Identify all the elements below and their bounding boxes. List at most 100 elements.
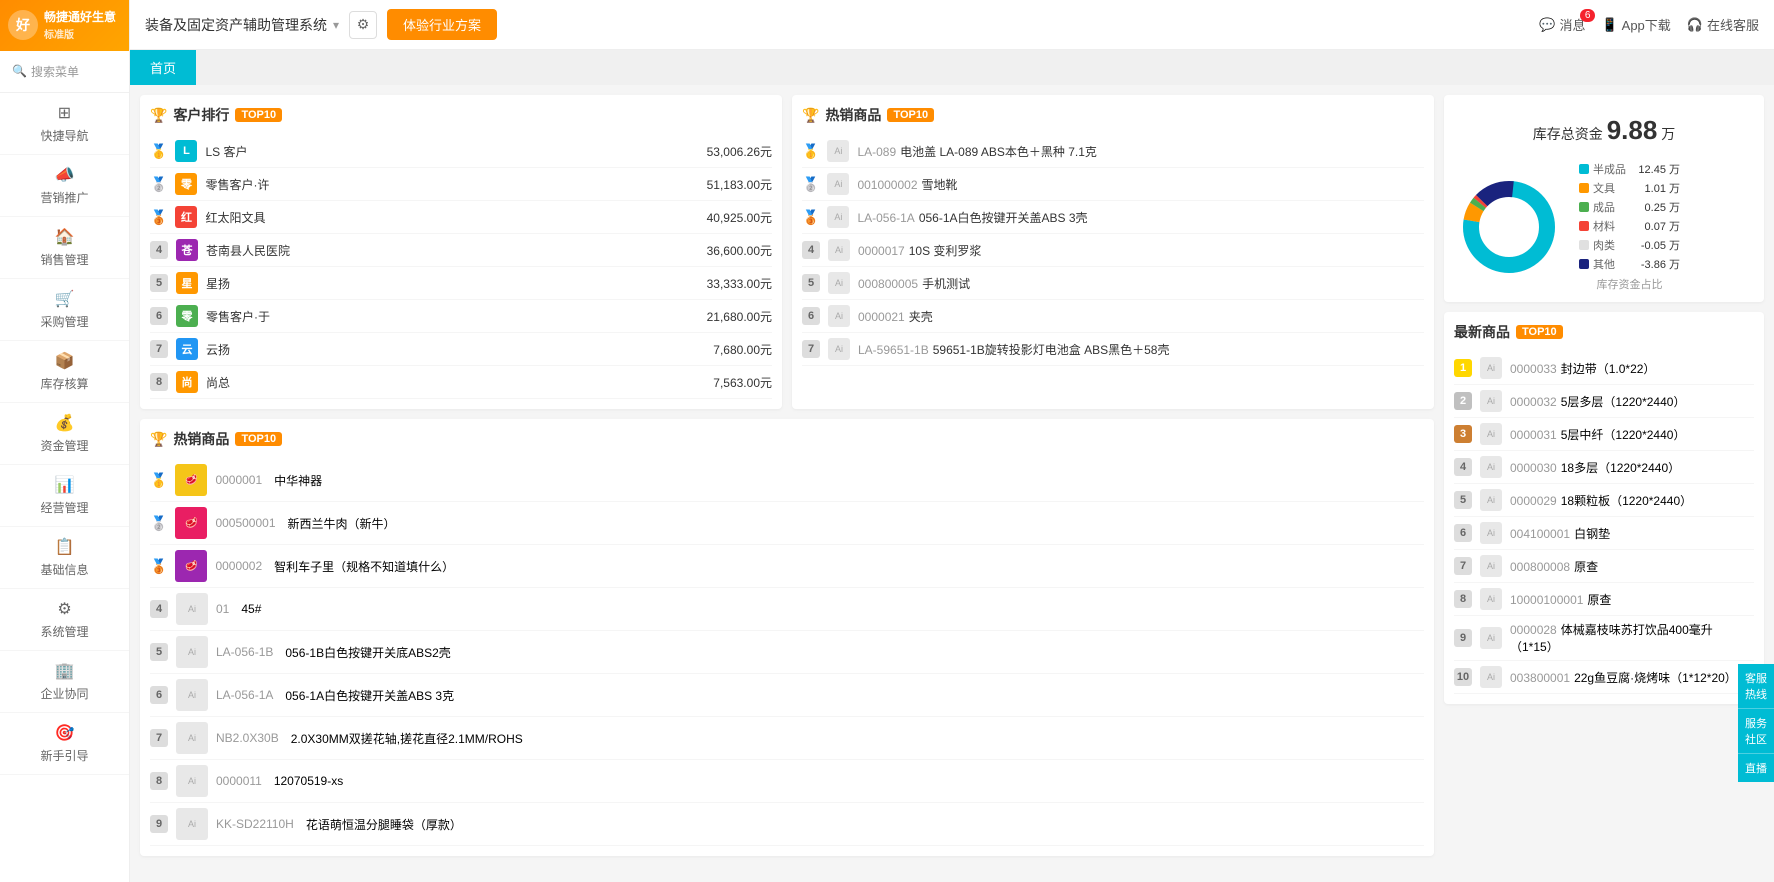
legend-item-6: 其他 -3.86 万 [1579, 256, 1680, 272]
newest-item-2: 2 Ai 00000325层多层（1220*2440） [1454, 385, 1754, 418]
newest-products-list: 1 Ai 0000033封边带（1.0*22） 2 Ai 00000325层多层… [1454, 352, 1754, 694]
customer-rank-item-5: 5 星 星扬 33,333.00元 [150, 267, 772, 300]
search-menu-button[interactable]: 🔍 搜索菜单 [8, 59, 121, 84]
newest-num-2: 2 [1454, 392, 1472, 410]
inventory-title: 库存总资金 [1533, 126, 1603, 142]
hot-product-code-5: LA-056-1B [216, 645, 277, 659]
customer-rank-item-6: 6 零 零售客户·于 21,680.00元 [150, 300, 772, 333]
hot-right-icon-7: Ai [828, 338, 850, 360]
legend-value-6: -3.86 万 [1630, 256, 1680, 272]
hot-right-name-1: LA-089电池盖 LA-089 ABS本色＋黑种 7.1克 [857, 143, 1424, 160]
newest-icon-9: Ai [1480, 627, 1502, 649]
hot-products-title-text: 热销商品 [173, 429, 229, 449]
newest-num-6: 6 [1454, 524, 1472, 542]
newest-item-9: 9 Ai 0000028体械嘉枝味苏打饮品400毫升（1*15） [1454, 616, 1754, 661]
newest-name-10: 00380000122g鱼豆腐·烧烤味（1*12*20） [1510, 669, 1737, 686]
float-community-button[interactable]: 服务社区 [1738, 709, 1774, 754]
newest-products-card: 最新商品 TOP10 1 Ai 0000033封边带（1.0*22） 2 Ai … [1444, 312, 1764, 704]
float-direct-label: 直播 [1745, 763, 1767, 775]
customer-avatar-4: 苍 [176, 239, 198, 261]
hot-right-medal-3: 🥉 [802, 209, 819, 226]
settings-button[interactable]: ⚙ [349, 11, 377, 39]
trophy-icon: 🏆 [150, 107, 167, 124]
gear-icon: ⚙ [357, 16, 370, 33]
sidebar-item-quick-nav[interactable]: ⊞ 快捷导航 [0, 93, 129, 155]
float-direct-button[interactable]: 直播 [1738, 754, 1774, 782]
legend-item-4: 材料 0.07 万 [1579, 218, 1680, 234]
customer-ranking-card: 🏆 客户排行 TOP10 🥇 L LS 客户 53,006.26元 🥈 [140, 95, 782, 409]
operations-icon: 📊 [55, 475, 75, 495]
logo-sub: 标准版 [44, 26, 116, 41]
newest-item-5: 5 Ai 000002918颗粒板（1220*2440） [1454, 484, 1754, 517]
hot-product-item-6: 6 Ai LA-056-1A 056-1A白色按键开关盖ABS 3克 [150, 674, 1424, 717]
guide-label: 新手引导 [40, 747, 88, 764]
rank-num-6: 6 [150, 307, 168, 325]
hot-product-num-4: 4 [150, 600, 168, 618]
customer-rank-item-1: 🥇 L LS 客户 53,006.26元 [150, 135, 772, 168]
main-area: 装备及固定资产辅助管理系统 ▾ ⚙ 体验行业方案 💬 消息 6 📱 App下载 … [130, 0, 1774, 882]
hot-right-icon-1: Ai [827, 140, 849, 162]
hot-right-item-1: 🥇 Ai LA-089电池盖 LA-089 ABS本色＋黑种 7.1克 [802, 135, 1424, 168]
sidebar-item-basic[interactable]: 📋 基础信息 [0, 527, 129, 589]
hot-product-right-card: 🏆 热销商品 TOP10 🥇 Ai LA-089电池盖 LA-089 ABS本色… [792, 95, 1434, 409]
sidebar-item-operations[interactable]: 📊 经营管理 [0, 465, 129, 527]
search-menu-label: 搜索菜单 [31, 63, 79, 80]
hot-product-num-8: 8 [150, 772, 168, 790]
sidebar-item-finance[interactable]: 💰 资金管理 [0, 403, 129, 465]
hot-right-item-4: 4 Ai 000001710S 变利罗浆 [802, 234, 1424, 267]
hot-right-name-5: 000800005手机测试 [858, 275, 1424, 292]
tab-home[interactable]: 首页 [130, 50, 196, 85]
sidebar-item-marketing[interactable]: 📣 营销推广 [0, 155, 129, 217]
hot-icon: 🏆 [150, 431, 167, 448]
customer-rank-item-2: 🥈 零 零售客户·许 51,183.00元 [150, 168, 772, 201]
hot-right-icon-3: Ai [827, 206, 849, 228]
hot-right-name-3: LA-056-1A056-1A白色按键开关盖ABS 3壳 [857, 209, 1424, 226]
float-service-button[interactable]: 客服热线 [1738, 664, 1774, 709]
customer-name-7: 云扬 [206, 341, 705, 358]
tab-home-label: 首页 [150, 61, 176, 76]
online-service-button[interactable]: 🎧 在线客服 [1687, 15, 1759, 34]
sidebar-item-sales[interactable]: 🏠 销售管理 [0, 217, 129, 279]
operations-label: 经营管理 [40, 499, 88, 516]
right-column: 库存总资金 9.88 万 [1444, 95, 1764, 872]
sidebar-item-guide[interactable]: 🎯 新手引导 [0, 713, 129, 775]
message-button[interactable]: 💬 消息 6 [1539, 15, 1585, 34]
logo-title: 畅捷通好生意 [44, 10, 116, 26]
hot-right-item-6: 6 Ai 0000021夹壳 [802, 300, 1424, 333]
newest-icon-1: Ai [1480, 357, 1502, 379]
newest-item-6: 6 Ai 004100001白钢垫 [1454, 517, 1754, 550]
sidebar-item-inventory[interactable]: 📦 库存核算 [0, 341, 129, 403]
system-title-text: 装备及固定资产辅助管理系统 [145, 15, 327, 35]
message-icon: 💬 [1539, 17, 1555, 33]
customer-value-7: 7,680.00元 [713, 341, 772, 358]
hot-product-img-6: Ai [176, 679, 208, 711]
quick-nav-icon: ⊞ [58, 103, 71, 123]
legend-item-3: 成品 0.25 万 [1579, 199, 1680, 215]
sidebar-nav: ⊞ 快捷导航 📣 营销推广 🏠 销售管理 🛒 采购管理 📦 库存核算 💰 资金管… [0, 93, 129, 882]
logo-icon: 好 [8, 10, 38, 40]
customer-rank-item-3: 🥉 红 红太阳文具 40,925.00元 [150, 201, 772, 234]
sidebar-item-company[interactable]: 🏢 企业协同 [0, 651, 129, 713]
hot-right-medal-1: 🥇 [802, 143, 819, 160]
newest-name-3: 00000315层中纤（1220*2440） [1510, 426, 1685, 443]
purchase-icon: 🛒 [55, 289, 75, 309]
sidebar-item-system[interactable]: ⚙ 系统管理 [0, 589, 129, 651]
legend-dot-1 [1579, 164, 1589, 174]
rank-medal-1: 🥇 [150, 143, 167, 160]
mobile-icon: 📱 [1601, 17, 1617, 33]
customer-name-6: 零售客户·于 [206, 308, 699, 325]
hot-right-icon-2: Ai [827, 173, 849, 195]
finance-label: 资金管理 [40, 437, 88, 454]
search-icon: 🔍 [12, 64, 27, 78]
company-label: 企业协同 [40, 685, 88, 702]
legend-label-2: 文具 [1593, 180, 1626, 196]
newest-title-text: 最新商品 [1454, 322, 1510, 342]
app-download-button[interactable]: 📱 App下载 [1601, 15, 1670, 34]
customer-ranking-list: 🥇 L LS 客户 53,006.26元 🥈 零 零售客户·许 51,183.0… [150, 135, 772, 399]
customer-name-1: LS 客户 [205, 143, 698, 160]
sidebar-item-purchase[interactable]: 🛒 采购管理 [0, 279, 129, 341]
trial-button[interactable]: 体验行业方案 [387, 9, 497, 40]
left-column: 🏆 客户排行 TOP10 🥇 L LS 客户 53,006.26元 🥈 [140, 95, 1434, 872]
float-buttons: 客服热线 服务社区 直播 [1738, 664, 1774, 782]
newest-item-3: 3 Ai 00000315层中纤（1220*2440） [1454, 418, 1754, 451]
